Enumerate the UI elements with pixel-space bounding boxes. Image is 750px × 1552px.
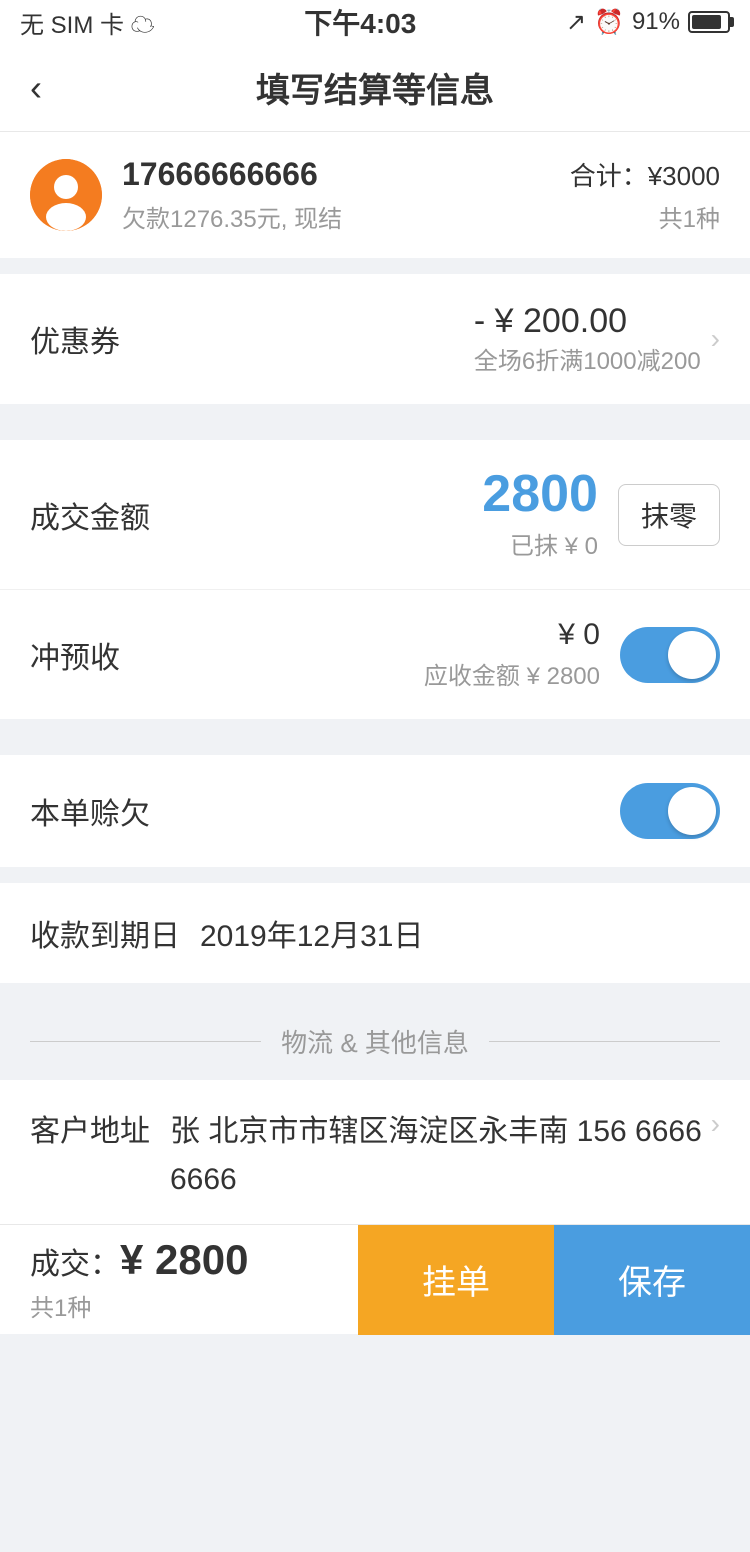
page-title: 填写结算等信息 [256, 63, 494, 112]
toggle-knob [668, 631, 716, 679]
customer-info: 17666666666 欠款1276.35元, 现结 [122, 156, 342, 234]
prepay-toggle[interactable] [620, 627, 720, 683]
bottom-deal-amount: ¥ 2800 [120, 1236, 248, 1283]
deal-erased: 已抹 ¥ 0 [482, 526, 598, 561]
nav-bar: ‹ 填写结算等信息 [0, 44, 750, 132]
bottom-info: 成交：¥ 2800 共1种 [0, 1236, 358, 1323]
customer-phone: 17666666666 [122, 156, 342, 193]
customer-card: 17666666666 欠款1276.35元, 现结 合计：¥3000 共1种 [0, 132, 750, 258]
location-icon: ↗ [566, 8, 586, 37]
debt-toggle[interactable] [620, 783, 720, 839]
coupon-label: 优惠券 [30, 317, 120, 361]
deal-amount-right: 2800 已抹 ¥ 0 抹零 [482, 468, 720, 561]
customer-debt: 欠款1276.35元, 现结 [122, 199, 342, 234]
deal-amount-block: 2800 已抹 ¥ 0 [482, 468, 598, 561]
prepay-amount-block: ¥ 0 应收金额 ¥ 2800 [424, 618, 600, 691]
coupon-info: - ¥ 200.00 全场6折满1000减200 [474, 302, 701, 376]
due-date-row: 收款到期日 2019年12月31日 [0, 883, 750, 983]
battery-icon [688, 11, 730, 33]
hang-button[interactable]: 挂单 [358, 1225, 554, 1335]
battery-percent: 91% [632, 8, 680, 36]
bottom-deal-label: 成交： [30, 1248, 120, 1281]
address-value: 张 北京市市辖区海淀区永丰南 156 6666 6666 [170, 1108, 711, 1204]
avatar [30, 159, 102, 231]
chevron-right-icon: › [711, 323, 720, 355]
status-bar: 无 SIM 卡 ☁ 下午4:03 ↗ ⏰ 91% [0, 0, 750, 44]
back-button[interactable]: ‹ [30, 67, 42, 109]
logistics-text: 物流 & 其他信息 [281, 1023, 469, 1060]
prepay-zero: ¥ 0 [424, 618, 600, 652]
debt-toggle-knob [668, 787, 716, 835]
total-count: 共1种 [570, 199, 720, 234]
section-divider-3 [0, 983, 750, 1003]
prepay-receivable: 应收金额 ¥ 2800 [424, 656, 600, 691]
due-date-label: 收款到期日 [30, 911, 180, 955]
section-divider-1 [0, 420, 750, 440]
section-divider-2 [0, 719, 750, 739]
bottom-count: 共1种 [30, 1288, 328, 1323]
total-label: 合计：¥3000 [570, 156, 720, 193]
round-button[interactable]: 抹零 [618, 484, 720, 546]
address-label: 客户地址 [30, 1108, 150, 1156]
alarm-icon: ⏰ [594, 8, 624, 37]
logistics-divider: 物流 & 其他信息 [0, 1003, 750, 1080]
coupon-right: - ¥ 200.00 全场6折满1000减200 › [474, 302, 720, 376]
deal-amount-row: 成交金额 2800 已抹 ¥ 0 抹零 [0, 440, 750, 589]
prepay-label: 冲预收 [30, 633, 120, 677]
prepay-row: 冲预收 ¥ 0 应收金额 ¥ 2800 [0, 589, 750, 719]
coupon-desc: 全场6折满1000减200 [474, 341, 701, 376]
bottom-bar: 成交：¥ 2800 共1种 挂单 保存 [0, 1224, 750, 1334]
deal-amount-label: 成交金额 [30, 493, 150, 537]
coupon-amount: - ¥ 200.00 [474, 302, 701, 341]
status-time: 下午4:03 [304, 2, 416, 42]
debt-row: 本单赊欠 [0, 755, 750, 867]
deal-amount-value: 2800 [482, 468, 598, 520]
debt-label: 本单赊欠 [30, 789, 150, 833]
address-chevron-icon: › [711, 1108, 720, 1140]
address-row[interactable]: 客户地址 张 北京市市辖区海淀区永丰南 156 6666 6666 › [0, 1080, 750, 1232]
coupon-row[interactable]: 优惠券 - ¥ 200.00 全场6折满1000减200 › [0, 274, 750, 404]
main-content: 17666666666 欠款1276.35元, 现结 合计：¥3000 共1种 … [0, 132, 750, 1552]
bottom-deal-row: 成交：¥ 2800 [30, 1236, 328, 1284]
status-right: ↗ ⏰ 91% [566, 8, 730, 37]
customer-left: 17666666666 欠款1276.35元, 现结 [30, 156, 342, 234]
due-date-value: 2019年12月31日 [200, 911, 423, 955]
status-left: 无 SIM 卡 ☁ [20, 5, 155, 40]
logistics-line-left [30, 1041, 261, 1042]
customer-total: 合计：¥3000 共1种 [570, 156, 720, 234]
prepay-right: ¥ 0 应收金额 ¥ 2800 [424, 618, 720, 691]
save-button[interactable]: 保存 [554, 1225, 750, 1335]
logistics-line-right [489, 1041, 720, 1042]
sim-status: 无 SIM 卡 ☁ [20, 5, 155, 40]
